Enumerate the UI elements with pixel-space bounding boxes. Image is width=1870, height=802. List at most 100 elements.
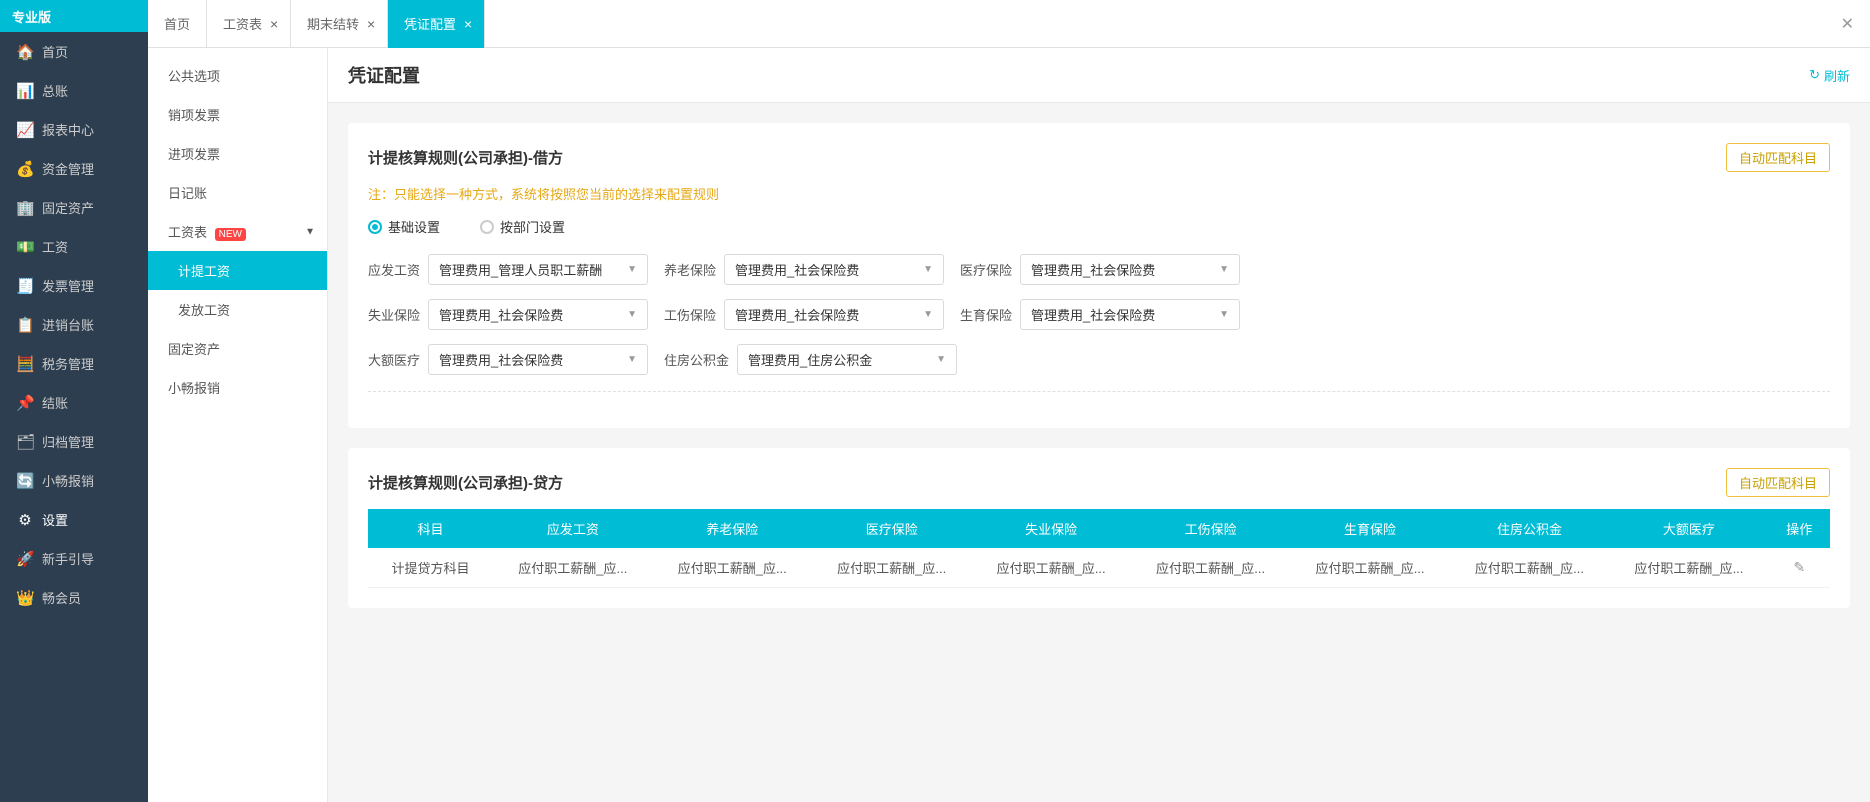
sidebar-item-ledger[interactable]: 📊 总账 [0,71,148,110]
yingfa-select[interactable]: 管理费用_管理人员职工薪酬 ▼ [428,254,648,285]
td-shengyu[interactable]: 应付职工薪酬_应... [1290,548,1449,588]
yanglao-chevron-icon: ▼ [923,264,933,275]
sidebar-item-invoice[interactable]: 🧾 发票管理 [0,266,148,305]
sidebar-item-close[interactable]: 📌 结账 [0,383,148,422]
reports-icon: 📈 [16,121,34,139]
td-daeliao[interactable]: 应付职工薪酬_应... [1609,548,1768,588]
debit-auto-match-button[interactable]: 自动匹配科目 [1726,143,1830,172]
nav-purchase-invoice[interactable]: 进项发票 [148,134,327,173]
home-icon: 🏠 [16,43,34,61]
salary-icon: 💵 [16,238,34,256]
tab-period[interactable]: 期末结转 × [291,0,388,48]
settings-icon: ⚙ [16,511,34,529]
content-nav: 公共选项 销项发票 进项发票 日记账 工资表 NEW ▼ 计提工资 [148,48,328,802]
td-shiye[interactable]: 应付职工薪酬_应... [971,548,1130,588]
new-badge: NEW [215,228,246,241]
radio-dept-label: 按部门设置 [500,217,565,236]
sidebar-item-guide[interactable]: 🚀 新手引导 [0,539,148,578]
gongshang-select[interactable]: 管理费用_社会保险费 ▼ [724,299,944,330]
app-title: 专业版 [0,0,148,32]
page-header: 凭证配置 ↻ 刷新 [328,48,1870,103]
tab-period-label: 期末结转 [307,14,359,33]
nav-sales-invoice[interactable]: 销项发票 [148,95,327,134]
tab-home[interactable]: 首页 [148,0,207,48]
shiye-select[interactable]: 管理费用_社会保险费 ▼ [428,299,648,330]
yanglao-value: 管理费用_社会保险费 [735,260,859,279]
yanglao-label: 养老保险 [664,260,716,279]
shiye-value: 管理费用_社会保险费 [439,305,563,324]
nav-calc-salary[interactable]: 计提工资 [148,251,327,290]
global-close-button[interactable]: ✕ [1825,14,1870,34]
form-row-3: 大额医疗 管理费用_社会保险费 ▼ 住房公积金 管理费用_住房公积金 ▼ [368,344,1830,375]
sidebar-item-label: 畅会员 [42,588,81,607]
nav-journal[interactable]: 日记账 [148,173,327,212]
field-shiye: 失业保险 管理费用_社会保险费 ▼ [368,299,648,330]
form-row-2: 失业保险 管理费用_社会保险费 ▼ 工伤保险 管理费用_社会保险费 ▼ [368,299,1830,330]
gjj-select[interactable]: 管理费用_住房公积金 ▼ [737,344,957,375]
refresh-button[interactable]: ↻ 刷新 [1809,66,1850,85]
expand-arrow-icon: ▼ [305,226,315,237]
sidebar-item-sales[interactable]: 📋 进销台账 [0,305,148,344]
nav-payroll-table[interactable]: 工资表 NEW ▼ [148,212,327,251]
tab-period-close[interactable]: × [363,16,379,32]
tab-payroll-label: 工资表 [223,14,262,33]
tab-voucher-close[interactable]: × [460,16,476,32]
sidebar-item-label: 税务管理 [42,354,94,373]
daeliao-chevron-icon: ▼ [627,354,637,365]
table-header-row: 科目 应发工资 养老保险 医疗保险 失业保险 工伤保险 生育保险 住房公积金 大… [368,509,1830,548]
credit-table-wrapper: 科目 应发工资 养老保险 医疗保险 失业保险 工伤保险 生育保险 住房公积金 大… [368,509,1830,588]
debit-section-header: 计提核算规则(公司承担)-借方 自动匹配科目 [368,143,1830,172]
nav-xiaochang-expense[interactable]: 小畅报销 [148,368,327,407]
sidebar-item-funds[interactable]: 💰 资金管理 [0,149,148,188]
yiliao-value: 管理费用_社会保险费 [1031,260,1155,279]
yingfa-chevron-icon: ▼ [627,264,637,275]
sidebar: 专业版 🏠 首页 📊 总账 📈 报表中心 💰 资金管理 🏢 固定资产 💵 工资 … [0,0,148,802]
daeliao-select[interactable]: 管理费用_社会保险费 ▼ [428,344,648,375]
credit-section: 计提核算规则(公司承担)-贷方 自动匹配科目 科目 应发工资 养老保险 医疗保险… [348,448,1850,608]
sidebar-item-label: 归档管理 [42,432,94,451]
th-action: 操作 [1769,509,1830,548]
td-gjj[interactable]: 应付职工薪酬_应... [1450,548,1609,588]
tab-voucher[interactable]: 凭证配置 × [388,0,485,48]
debit-notice: 注：只能选择一种方式，系统将按照您当前的选择来配置规则 [368,184,1830,203]
td-action[interactable]: ✎ [1769,548,1830,588]
td-gongshang[interactable]: 应付职工薪酬_应... [1131,548,1290,588]
sidebar-item-reports[interactable]: 📈 报表中心 [0,110,148,149]
sidebar-item-archive[interactable]: 🗂 归档管理 [0,422,148,461]
tab-voucher-label: 凭证配置 [404,14,456,33]
tab-payroll[interactable]: 工资表 × [207,0,291,48]
gjj-label: 住房公积金 [664,350,729,369]
radio-basic[interactable]: 基础设置 [368,217,440,236]
yiliao-select[interactable]: 管理费用_社会保险费 ▼ [1020,254,1240,285]
tab-bar: 首页 工资表 × 期末结转 × 凭证配置 × ✕ [148,0,1870,48]
nav-fixed-assets[interactable]: 固定资产 [148,329,327,368]
shengyu-select[interactable]: 管理费用_社会保险费 ▼ [1020,299,1240,330]
radio-group: 基础设置 按部门设置 [368,217,1830,236]
sidebar-item-home[interactable]: 🏠 首页 [0,32,148,71]
section-divider [368,391,1830,392]
edit-icon[interactable]: ✎ [1793,559,1805,575]
field-daeliao: 大额医疗 管理费用_社会保险费 ▼ [368,344,648,375]
credit-section-header: 计提核算规则(公司承担)-贷方 自动匹配科目 [368,468,1830,497]
td-yanglao[interactable]: 应付职工薪酬_应... [653,548,812,588]
td-yiliao[interactable]: 应付职工薪酬_应... [812,548,971,588]
sidebar-item-salary[interactable]: 💵 工资 [0,227,148,266]
nav-issue-salary[interactable]: 发放工资 [148,290,327,329]
sidebar-item-label: 首页 [42,42,68,61]
td-yingfa[interactable]: 应付职工薪酬_应... [493,548,652,588]
yanglao-select[interactable]: 管理费用_社会保险费 ▼ [724,254,944,285]
radio-dept[interactable]: 按部门设置 [480,217,565,236]
sidebar-item-xiaochang[interactable]: 🔄 小畅报销 [0,461,148,500]
nav-public[interactable]: 公共选项 [148,56,327,95]
sidebar-item-label: 结账 [42,393,68,412]
funds-icon: 💰 [16,160,34,178]
th-shengyu: 生育保险 [1290,509,1449,548]
gongshang-value: 管理费用_社会保险费 [735,305,859,324]
sidebar-item-tax[interactable]: 🧮 税务管理 [0,344,148,383]
sidebar-item-assets[interactable]: 🏢 固定资产 [0,188,148,227]
sidebar-item-settings[interactable]: ⚙ 设置 [0,500,148,539]
field-yanglao: 养老保险 管理费用_社会保险费 ▼ [664,254,944,285]
sidebar-item-vip[interactable]: 👑 畅会员 [0,578,148,617]
credit-auto-match-button[interactable]: 自动匹配科目 [1726,468,1830,497]
tab-payroll-close[interactable]: × [266,16,282,32]
